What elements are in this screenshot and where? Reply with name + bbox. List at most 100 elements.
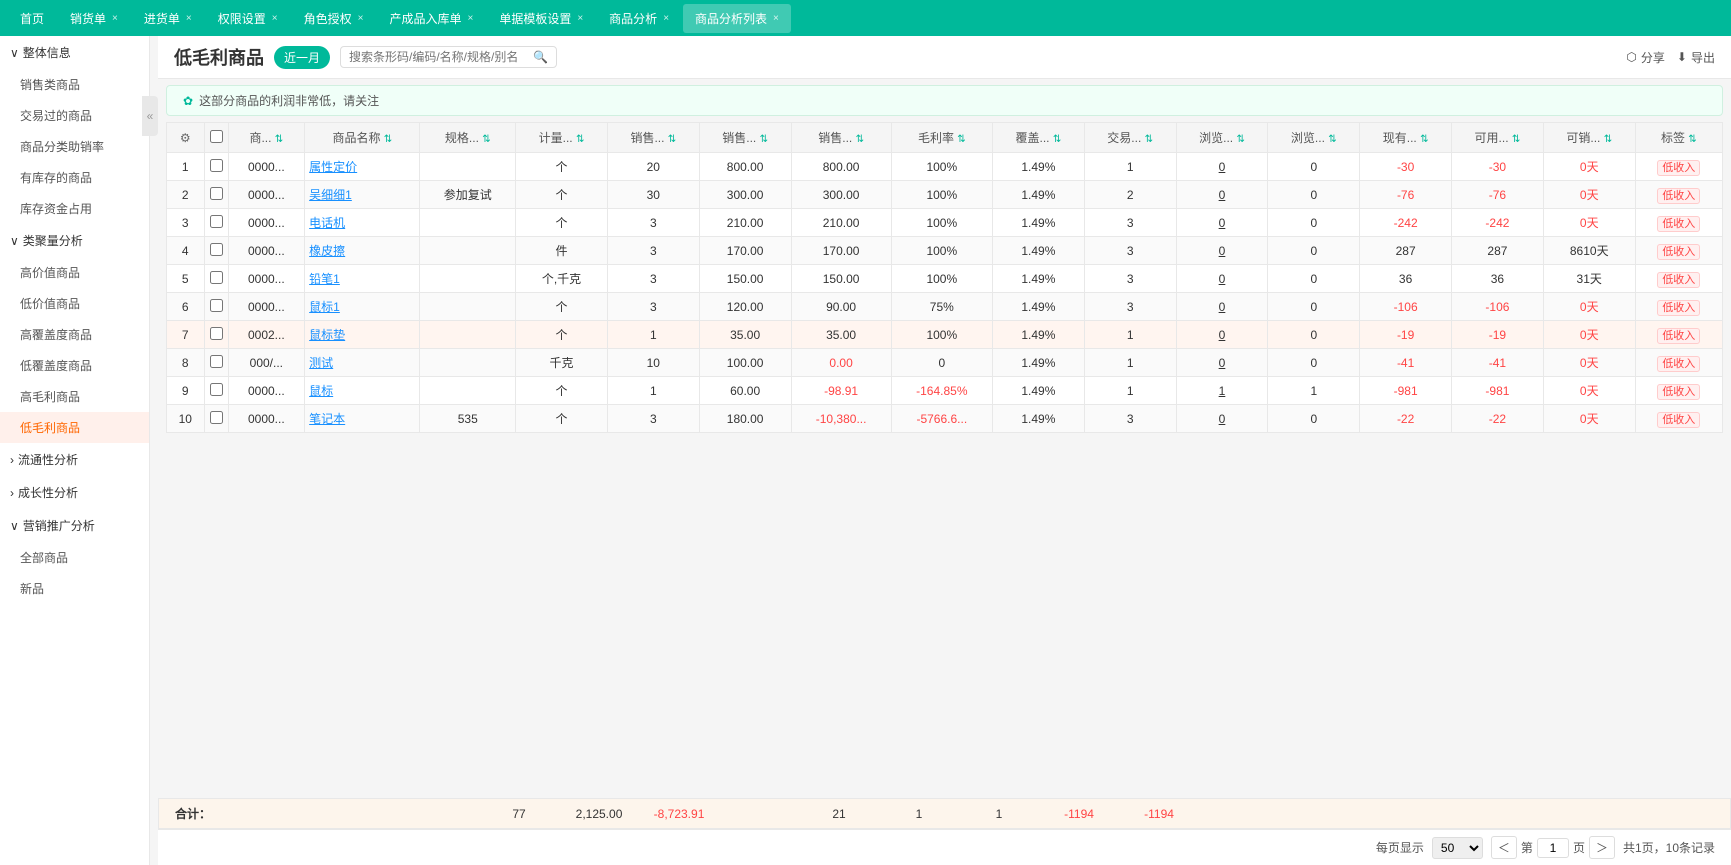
- cell-name[interactable]: 鼠标1: [305, 293, 420, 321]
- sidebar-item-all-products[interactable]: 全部商品: [0, 542, 149, 573]
- nav-sales-order[interactable]: 销货单 ×: [58, 4, 130, 33]
- close-icon[interactable]: ×: [467, 13, 473, 24]
- cell-saleable-days: 0天: [1543, 321, 1635, 349]
- cell-name[interactable]: 吴细细1: [305, 181, 420, 209]
- sidebar-item-high-margin[interactable]: 高毛利商品: [0, 381, 149, 412]
- cell-browse1[interactable]: 0: [1176, 321, 1268, 349]
- cell-checkbox[interactable]: [204, 265, 228, 293]
- sidebar-item-low-value[interactable]: 低价值商品: [0, 288, 149, 319]
- th-sale-amount[interactable]: 销售... ⇅: [791, 123, 891, 153]
- cell-name[interactable]: 测试: [305, 349, 420, 377]
- close-icon[interactable]: ×: [358, 13, 364, 24]
- search-icon[interactable]: 🔍: [533, 50, 548, 64]
- sidebar-item-stocked-products[interactable]: 有库存的商品: [0, 162, 149, 193]
- cell-name[interactable]: 橡皮擦: [305, 237, 420, 265]
- cell-checkbox[interactable]: [204, 377, 228, 405]
- close-icon[interactable]: ×: [186, 13, 192, 24]
- cell-sale-qty: 3: [607, 237, 699, 265]
- th-name[interactable]: 商品名称 ⇅: [305, 123, 420, 153]
- th-tag[interactable]: 标签 ⇅: [1635, 123, 1722, 153]
- cell-checkbox[interactable]: [204, 181, 228, 209]
- sidebar-group-overall[interactable]: ∨ 整体信息: [0, 36, 149, 69]
- cell-name[interactable]: 鼠标垫: [305, 321, 420, 349]
- th-browse2[interactable]: 浏览... ⇅: [1268, 123, 1360, 153]
- cell-browse1[interactable]: 0: [1176, 237, 1268, 265]
- nav-product-analysis[interactable]: 商品分析 ×: [597, 4, 681, 33]
- per-page-select[interactable]: 50 100 200: [1432, 837, 1483, 859]
- sidebar-collapse-button[interactable]: «: [142, 96, 158, 136]
- nav-purchase-order[interactable]: 进货单 ×: [132, 4, 204, 33]
- cell-name[interactable]: 铅笔1: [305, 265, 420, 293]
- th-code[interactable]: 商... ⇅: [228, 123, 305, 153]
- close-icon[interactable]: ×: [577, 13, 583, 24]
- nav-home[interactable]: 首页: [8, 4, 56, 33]
- cell-name[interactable]: 电话机: [305, 209, 420, 237]
- cell-spec: [420, 293, 516, 321]
- th-coverage[interactable]: 覆盖... ⇅: [992, 123, 1084, 153]
- share-button[interactable]: ⬡ 分享: [1626, 49, 1665, 66]
- cell-coverage: 1.49%: [992, 321, 1084, 349]
- nav-role-auth[interactable]: 角色授权 ×: [292, 4, 376, 33]
- cell-checkbox[interactable]: [204, 237, 228, 265]
- nav-product-inbound[interactable]: 产成品入库单 ×: [377, 4, 485, 33]
- cell-browse1[interactable]: 0: [1176, 153, 1268, 181]
- th-trans[interactable]: 交易... ⇅: [1084, 123, 1176, 153]
- th-saleable-days[interactable]: 可销... ⇅: [1543, 123, 1635, 153]
- sidebar-group-marketing[interactable]: ∨ 营销推广分析: [0, 509, 149, 542]
- export-button[interactable]: ⬇ 导出: [1677, 49, 1715, 66]
- sidebar-item-high-coverage[interactable]: 高覆盖度商品: [0, 319, 149, 350]
- nav-product-analysis-list[interactable]: 商品分析列表 ×: [683, 4, 791, 33]
- close-icon[interactable]: ×: [663, 13, 669, 24]
- th-available[interactable]: 可用... ⇅: [1452, 123, 1544, 153]
- period-button[interactable]: 近一月: [274, 46, 330, 69]
- cell-browse1[interactable]: 0: [1176, 181, 1268, 209]
- sidebar-item-low-coverage[interactable]: 低覆盖度商品: [0, 350, 149, 381]
- th-browse1[interactable]: 浏览... ⇅: [1176, 123, 1268, 153]
- nav-template-settings[interactable]: 单据模板设置 ×: [487, 4, 595, 33]
- sidebar-item-category-rate[interactable]: 商品分类助销率: [0, 131, 149, 162]
- cell-browse1[interactable]: 0: [1176, 293, 1268, 321]
- sidebar-item-inventory-capital[interactable]: 库存资金占用: [0, 193, 149, 224]
- th-current-stock[interactable]: 现有... ⇅: [1360, 123, 1452, 153]
- cell-browse1[interactable]: 0: [1176, 209, 1268, 237]
- cell-browse1[interactable]: 0: [1176, 349, 1268, 377]
- prev-page-button[interactable]: ＜: [1491, 836, 1517, 859]
- sidebar-group-growth[interactable]: › 成长性分析: [0, 476, 149, 509]
- cell-browse1[interactable]: 0: [1176, 405, 1268, 433]
- select-all-checkbox[interactable]: [210, 130, 223, 143]
- cell-tag: 低收入: [1635, 377, 1722, 405]
- th-unit[interactable]: 计量... ⇅: [516, 123, 608, 153]
- cell-checkbox[interactable]: [204, 293, 228, 321]
- sidebar-item-sales-products[interactable]: 销售类商品: [0, 69, 149, 100]
- cell-checkbox[interactable]: [204, 349, 228, 377]
- cell-browse1[interactable]: 0: [1176, 265, 1268, 293]
- close-icon[interactable]: ×: [272, 13, 278, 24]
- search-input[interactable]: [349, 50, 529, 64]
- cell-name[interactable]: 属性定价: [305, 153, 420, 181]
- cell-browse1[interactable]: 1: [1176, 377, 1268, 405]
- sidebar-item-traded-products[interactable]: 交易过的商品: [0, 100, 149, 131]
- close-icon[interactable]: ×: [112, 13, 118, 24]
- cell-checkbox[interactable]: [204, 405, 228, 433]
- th-settings[interactable]: ⚙: [167, 123, 205, 153]
- sidebar-item-high-value[interactable]: 高价值商品: [0, 257, 149, 288]
- cell-name[interactable]: 鼠标: [305, 377, 420, 405]
- page-input[interactable]: [1537, 838, 1569, 858]
- th-checkbox[interactable]: [204, 123, 228, 153]
- next-page-button[interactable]: ＞: [1589, 836, 1615, 859]
- sidebar-item-low-margin[interactable]: 低毛利商品: [0, 412, 149, 443]
- cell-trans: 1: [1084, 377, 1176, 405]
- cell-name[interactable]: 笔记本: [305, 405, 420, 433]
- th-gross-margin[interactable]: 毛利率 ⇅: [891, 123, 992, 153]
- sidebar-group-cluster[interactable]: ∨ 类聚量分析: [0, 224, 149, 257]
- close-icon[interactable]: ×: [773, 13, 779, 24]
- th-spec[interactable]: 规格... ⇅: [420, 123, 516, 153]
- th-sale-price[interactable]: 销售... ⇅: [699, 123, 791, 153]
- cell-checkbox[interactable]: [204, 321, 228, 349]
- nav-permissions[interactable]: 权限设置 ×: [206, 4, 290, 33]
- cell-checkbox[interactable]: [204, 209, 228, 237]
- cell-checkbox[interactable]: [204, 153, 228, 181]
- sidebar-item-new-products[interactable]: 新品: [0, 573, 149, 604]
- sidebar-group-liquidity[interactable]: › 流通性分析: [0, 443, 149, 476]
- th-sale-qty[interactable]: 销售... ⇅: [607, 123, 699, 153]
